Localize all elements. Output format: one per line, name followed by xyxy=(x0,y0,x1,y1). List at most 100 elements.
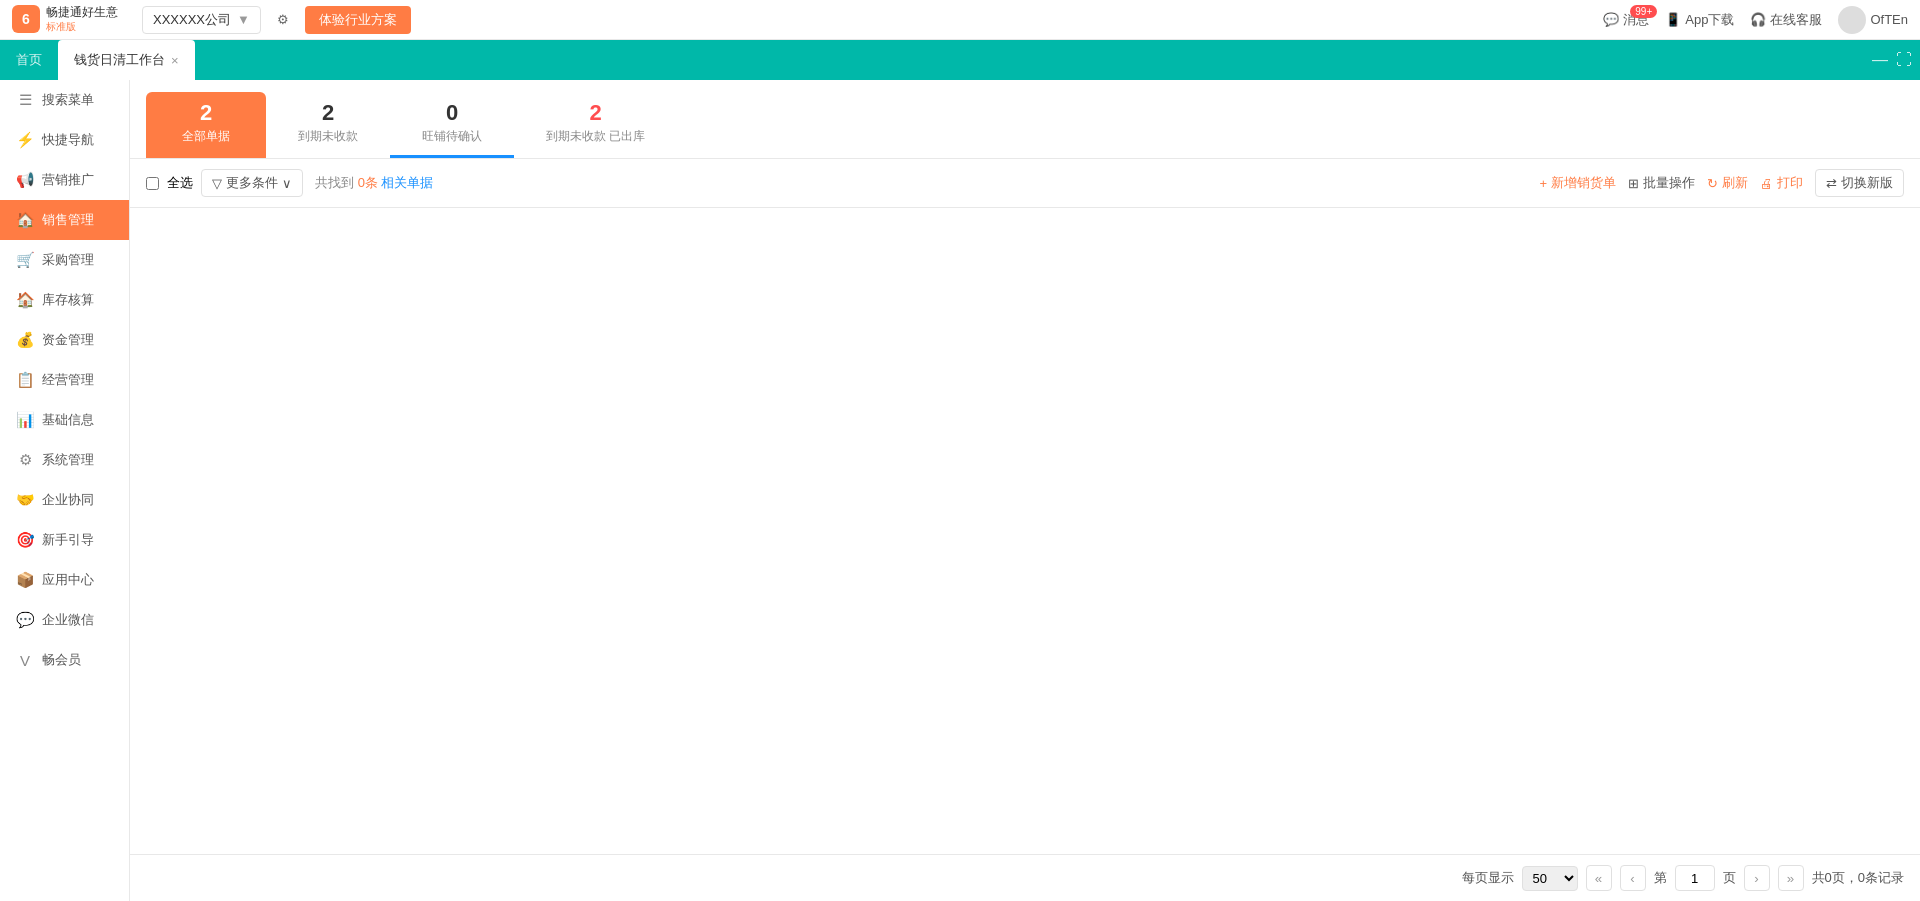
sidebar-label-basic-info: 基础信息 xyxy=(42,411,94,429)
sidebar-label-sales: 销售管理 xyxy=(42,211,94,229)
found-num: 0条 xyxy=(358,175,378,190)
per-page-label: 每页显示 xyxy=(1462,869,1514,887)
marketing-icon: 📢 xyxy=(16,171,34,189)
tab-cash-flow[interactable]: 钱货日清工作台 × xyxy=(58,40,195,80)
content-area: 2 全部单据 2 到期未收款 0 旺铺待确认 2 到期未收款 已出库 全选 ▽ … xyxy=(130,80,1920,901)
page-number-input[interactable] xyxy=(1675,865,1715,891)
maximize-icon[interactable]: ⛶ xyxy=(1896,51,1912,69)
avatar-image xyxy=(1838,6,1866,34)
sidebar-label-purchase: 采购管理 xyxy=(42,251,94,269)
last-page-button[interactable]: » xyxy=(1778,865,1804,891)
main-layout: ☰ 搜索菜单 ⚡ 快捷导航 📢 营销推广 🏠 销售管理 🛒 采购管理 🏠 库存核… xyxy=(0,80,1920,901)
sidebar-item-basic-info[interactable]: 📊 基础信息 xyxy=(0,400,129,440)
stats-num-all: 2 xyxy=(200,100,212,126)
toolbar-right: + 新增销货单 ⊞ 批量操作 ↻ 刷新 🖨 打印 ⇄ 切换新版 xyxy=(1539,169,1904,197)
company-selector[interactable]: XXXXXX公司 ▼ xyxy=(142,6,261,34)
sidebar-item-search-menu[interactable]: ☰ 搜索菜单 xyxy=(0,80,129,120)
batch-icon: ⊞ xyxy=(1628,176,1639,191)
refresh-button[interactable]: ↻ 刷新 xyxy=(1707,174,1748,192)
pagination-bar: 每页显示 50 20 100 « ‹ 第 页 › » 共0页，0条记录 xyxy=(130,854,1920,901)
per-page-select[interactable]: 50 20 100 xyxy=(1522,866,1578,891)
sidebar-item-system[interactable]: ⚙ 系统管理 xyxy=(0,440,129,480)
sidebar-item-guide[interactable]: 🎯 新手引导 xyxy=(0,520,129,560)
sidebar-item-member[interactable]: V 畅会员 xyxy=(0,640,129,680)
print-icon: 🖨 xyxy=(1760,176,1773,191)
select-all-label: 全选 xyxy=(167,174,193,192)
switch-label: 切换新版 xyxy=(1841,174,1893,192)
prev-page-button[interactable]: ‹ xyxy=(1620,865,1646,891)
sidebar-label-enterprise: 企业协同 xyxy=(42,491,94,509)
batch-button[interactable]: ⊞ 批量操作 xyxy=(1628,174,1695,192)
print-label: 打印 xyxy=(1777,174,1803,192)
tab-home[interactable]: 首页 xyxy=(0,40,58,80)
filter-button[interactable]: ▽ 更多条件 ∨ xyxy=(201,169,303,197)
sidebar-item-finance[interactable]: 💰 资金管理 xyxy=(0,320,129,360)
header-right: 💬 消息 99+ 📱 App下载 🎧 在线客服 OfTEn xyxy=(1603,6,1908,34)
stats-num-wangpu: 0 xyxy=(446,100,458,126)
sidebar-label-member: 畅会员 xyxy=(42,651,81,669)
switch-icon: ⇄ xyxy=(1826,176,1837,191)
message-item[interactable]: 💬 消息 99+ xyxy=(1603,11,1649,29)
select-all-checkbox[interactable] xyxy=(146,177,159,190)
stats-tab-wangpu[interactable]: 0 旺铺待确认 xyxy=(390,92,514,158)
online-service-item[interactable]: 🎧 在线客服 xyxy=(1750,11,1822,29)
next-page-button[interactable]: › xyxy=(1744,865,1770,891)
minimize-icon[interactable]: — xyxy=(1872,51,1888,69)
sidebar-label-marketing: 营销推广 xyxy=(42,171,94,189)
found-link[interactable]: 相关单据 xyxy=(381,175,433,190)
sidebar-item-enterprise[interactable]: 🤝 企业协同 xyxy=(0,480,129,520)
appcenter-icon: 📦 xyxy=(16,571,34,589)
total-info: 共0页，0条记录 xyxy=(1812,869,1904,887)
toolbar: 全选 ▽ 更多条件 ∨ 共找到 0条 相关单据 + 新增销货单 ⊞ 批量操作 xyxy=(130,159,1920,208)
found-text: 共找到 0条 相关单据 xyxy=(315,174,433,192)
first-page-button[interactable]: « xyxy=(1586,865,1612,891)
sidebar-item-inventory[interactable]: 🏠 库存核算 xyxy=(0,280,129,320)
filter-label: 更多条件 xyxy=(226,174,278,192)
sidebar-item-wechat[interactable]: 💬 企业微信 xyxy=(0,600,129,640)
stats-tab-unshipped[interactable]: 2 到期未收款 已出库 xyxy=(514,92,677,158)
download-icon: 📱 xyxy=(1665,12,1681,27)
stats-tab-all[interactable]: 2 全部单据 xyxy=(146,92,266,158)
sidebar-item-marketing[interactable]: 📢 营销推广 xyxy=(0,160,129,200)
message-icon: 💬 xyxy=(1603,12,1619,27)
settings-icon[interactable]: ⚙ xyxy=(269,6,297,34)
inventory-icon: 🏠 xyxy=(16,291,34,309)
stats-label-wangpu: 旺铺待确认 xyxy=(422,128,482,145)
app-download-item[interactable]: 📱 App下载 xyxy=(1665,11,1734,29)
company-name: XXXXXX公司 xyxy=(153,11,231,29)
switch-version-button[interactable]: ⇄ 切换新版 xyxy=(1815,169,1904,197)
table-area xyxy=(130,208,1920,854)
filter-icon: ▽ xyxy=(212,176,222,191)
top-header: 6 畅捷通好生意 标准版 XXXXXX公司 ▼ ⚙ 体验行业方案 💬 消息 99… xyxy=(0,0,1920,40)
stats-label-overdue: 到期未收款 xyxy=(298,128,358,145)
sidebar-label-inventory: 库存核算 xyxy=(42,291,94,309)
user-avatar[interactable]: OfTEn xyxy=(1838,6,1908,34)
page-suffix-label: 页 xyxy=(1723,869,1736,887)
sidebar-label-quick-nav: 快捷导航 xyxy=(42,131,94,149)
stats-tab-overdue[interactable]: 2 到期未收款 xyxy=(266,92,390,158)
message-badge: 99+ xyxy=(1630,5,1657,18)
filter-dropdown-icon: ∨ xyxy=(282,176,292,191)
online-service-label: 在线客服 xyxy=(1770,11,1822,29)
sidebar-label-system: 系统管理 xyxy=(42,451,94,469)
tab-close-icon[interactable]: × xyxy=(171,53,179,68)
company-dropdown-icon: ▼ xyxy=(237,12,250,27)
sidebar: ☰ 搜索菜单 ⚡ 快捷导航 📢 营销推广 🏠 销售管理 🛒 采购管理 🏠 库存核… xyxy=(0,80,130,901)
tab-controls: — ⛶ xyxy=(1872,51,1920,69)
sidebar-label-wechat: 企业微信 xyxy=(42,611,94,629)
system-icon: ⚙ xyxy=(16,451,34,469)
sidebar-item-purchase[interactable]: 🛒 采购管理 xyxy=(0,240,129,280)
sidebar-item-operations[interactable]: 📋 经营管理 xyxy=(0,360,129,400)
app-download-label: App下载 xyxy=(1685,11,1734,29)
add-sales-order-button[interactable]: + 新增销货单 xyxy=(1539,174,1616,192)
sidebar-label-appcenter: 应用中心 xyxy=(42,571,94,589)
add-icon: + xyxy=(1539,176,1547,191)
stats-num-overdue: 2 xyxy=(322,100,334,126)
trial-button[interactable]: 体验行业方案 xyxy=(305,6,411,34)
sidebar-item-appcenter[interactable]: 📦 应用中心 xyxy=(0,560,129,600)
print-button[interactable]: 🖨 打印 xyxy=(1760,174,1803,192)
sidebar-item-sales[interactable]: 🏠 销售管理 xyxy=(0,200,129,240)
sidebar-label-operations: 经营管理 xyxy=(42,371,94,389)
stats-num-unshipped: 2 xyxy=(590,100,602,126)
sidebar-item-quick-nav[interactable]: ⚡ 快捷导航 xyxy=(0,120,129,160)
